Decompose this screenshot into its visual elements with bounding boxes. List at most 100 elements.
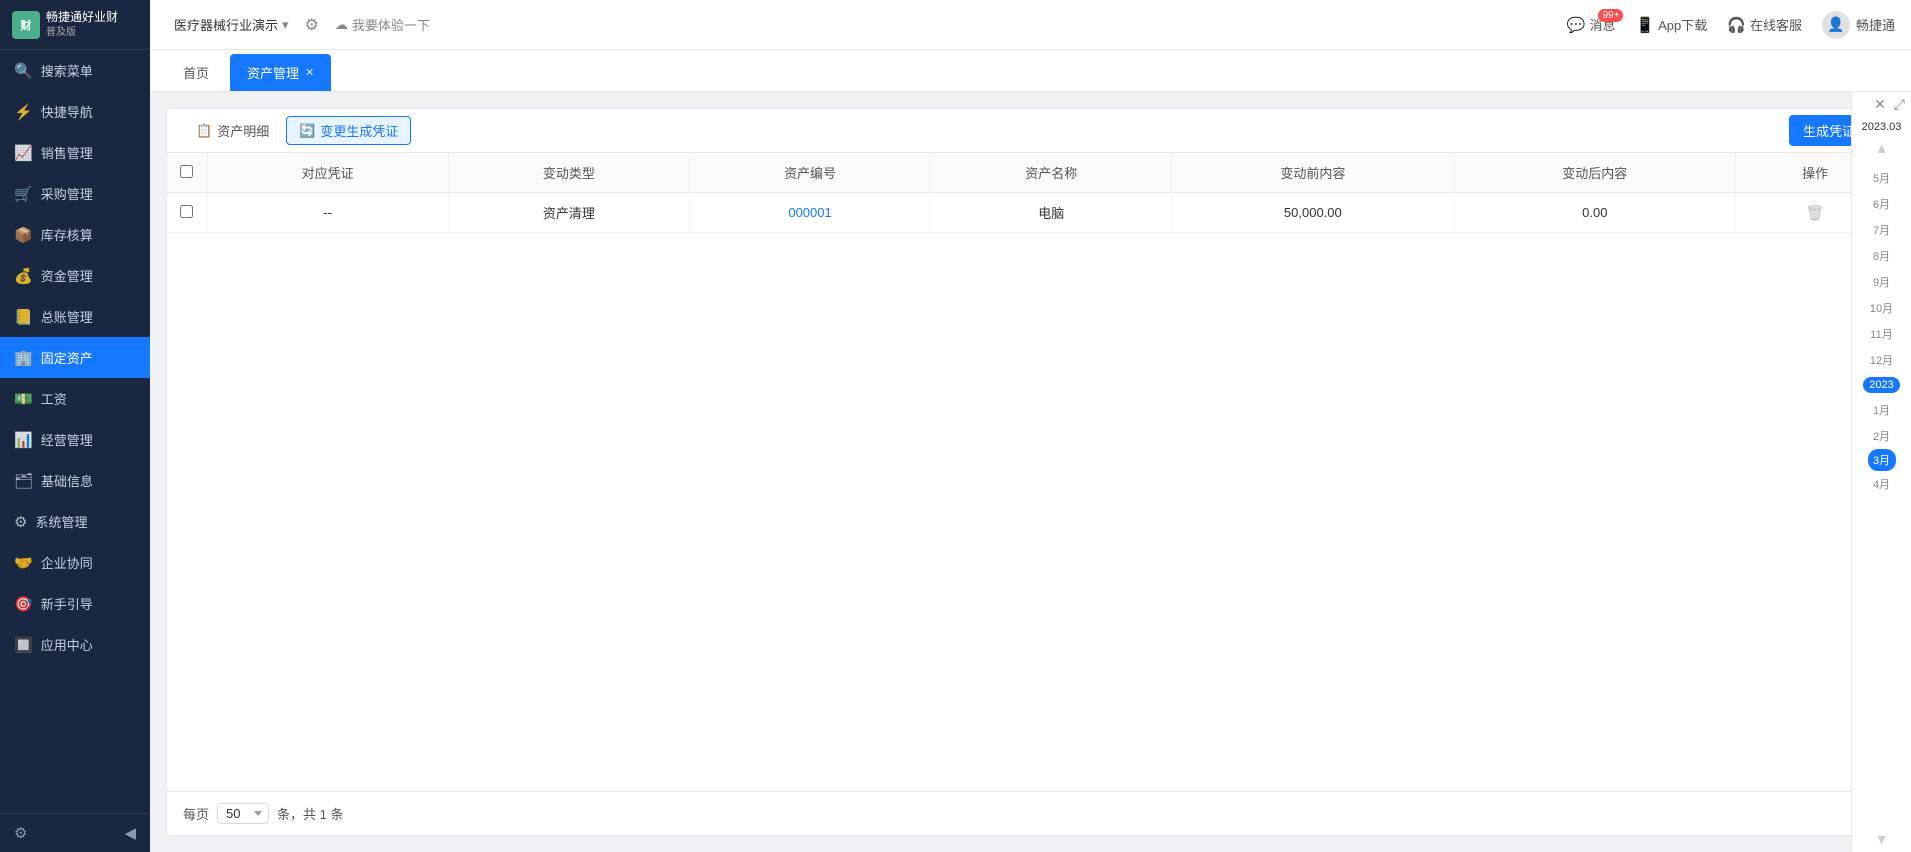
sidebar-item-search[interactable]: 🔍搜索菜单	[0, 50, 150, 91]
sidebar-label-app-center: 应用中心	[41, 635, 93, 654]
data-table: 对应凭证 变动类型 资产编号 资产名称 变动前内容 变动后内容 操作 -- 资产…	[167, 153, 1894, 233]
topbar-online-service[interactable]: 🎧 在线客服	[1727, 15, 1802, 34]
topbar-user[interactable]: 👤 畅捷通	[1822, 11, 1895, 39]
table-row: -- 资产清理 000001 电脑 50,000.00 0.00 🗑	[167, 193, 1894, 233]
tab-asset-mgmt[interactable]: 资产管理 ✕	[230, 54, 331, 91]
experience-label: 我要体验一下	[352, 15, 430, 34]
logo-icon: 财	[12, 11, 40, 39]
sidebar-label-inventory: 库存核算	[41, 225, 93, 244]
row-asset-name-0: 电脑	[931, 193, 1172, 233]
timeline-close-button[interactable]: ✕	[1874, 96, 1886, 113]
sidebar-collapse-icon[interactable]: ◀	[124, 824, 136, 842]
username-label: 畅捷通	[1856, 15, 1895, 34]
sidebar-label-operations: 经营管理	[41, 430, 93, 449]
sidebar-item-purchase[interactable]: 🛒采购管理	[0, 173, 150, 214]
sidebar-item-payroll[interactable]: 💵工资	[0, 378, 150, 419]
row-checkbox-0[interactable]	[180, 205, 193, 218]
topbar-right: 💬 消息 99+ 📱 App下载 🎧 在线客服 👤 畅捷通	[1567, 11, 1895, 39]
timeline-month-10月[interactable]: 10月	[1852, 295, 1911, 321]
timeline-year-marker[interactable]: 2023	[1863, 377, 1899, 393]
sidebar-label-basic-info: 基础信息	[41, 471, 93, 490]
message-icon: 💬	[1567, 16, 1586, 34]
avatar: 👤	[1822, 11, 1850, 39]
timeline-month-3月[interactable]: 3月	[1868, 449, 1896, 471]
timeline-panel: ✕ ⤢ 2023.03 ▲ 5月6月7月8月9月10月11月12月20231月2…	[1851, 92, 1911, 852]
timeline-up-button[interactable]: ▲	[1875, 141, 1889, 155]
quick-nav-icon: ⚡	[14, 103, 33, 121]
sidebar-item-guide[interactable]: 🎯新手引导	[0, 583, 150, 624]
row-before-change-0: 50,000.00	[1172, 193, 1454, 233]
tab-close-icon[interactable]: ✕	[305, 66, 314, 79]
page-size-label: 每页	[183, 804, 209, 823]
generate-voucher-label: 生成凭证	[1803, 121, 1855, 140]
sidebar-label-system: 系统管理	[35, 512, 87, 531]
timeline-month-6月[interactable]: 6月	[1852, 191, 1911, 217]
table-container: 对应凭证 变动类型 资产编号 资产名称 变动前内容 变动后内容 操作 -- 资产…	[167, 153, 1894, 791]
col-after-change: 变动后内容	[1454, 153, 1736, 193]
tab-home[interactable]: 首页	[166, 54, 226, 91]
timeline-month-11月[interactable]: 11月	[1852, 321, 1911, 347]
sub-tab-change-voucher[interactable]: 🔄 变更生成凭证	[286, 116, 411, 145]
sidebar-label-fixed-assets: 固定资产	[41, 348, 93, 367]
sidebar-item-basic-info[interactable]: 🗂基础信息	[0, 460, 150, 501]
timeline-month-7月[interactable]: 7月	[1852, 217, 1911, 243]
sub-tab-asset-detail[interactable]: 📋 资产明细	[183, 116, 282, 145]
sidebar-item-fixed-assets[interactable]: 🏢固定资产	[0, 337, 150, 378]
sidebar: 财 畅捷通好业财 普及版 🔍搜索菜单⚡快捷导航 📈 销售管理 🛒采购管理 📦 库存核算 💰资…	[0, 0, 150, 852]
timeline-month-4月[interactable]: 4月	[1852, 471, 1911, 497]
sales-icon: 📈	[14, 144, 33, 162]
tab-home-label: 首页	[183, 63, 209, 82]
sidebar-item-sales[interactable]: 📈 销售管理	[0, 132, 150, 173]
timeline-expand-button[interactable]: ⤢	[1894, 96, 1905, 113]
online-service-label: 在线客服	[1750, 15, 1802, 34]
funds-icon: 💰	[14, 267, 33, 285]
timeline-month-1月[interactable]: 1月	[1852, 397, 1911, 423]
topbar-settings-icon[interactable]: ⚙	[305, 15, 319, 35]
company-selector[interactable]: 医疗器械行业演示 ▾	[166, 11, 297, 38]
sidebar-item-operations[interactable]: 📊经营管理	[0, 419, 150, 460]
topbar: 医疗器械行业演示 ▾ ⚙ ☁ 我要体验一下 💬 消息 99+ 📱 App下载 🎧…	[150, 0, 1911, 50]
timeline-month-5月[interactable]: 5月	[1852, 165, 1911, 191]
timeline-month-9月[interactable]: 9月	[1852, 269, 1911, 295]
inventory-icon: 📦	[14, 226, 33, 244]
sidebar-item-funds[interactable]: 💰资金管理	[0, 255, 150, 296]
experience-button[interactable]: ☁ 我要体验一下	[335, 15, 430, 34]
col-before-change: 变动前内容	[1172, 153, 1454, 193]
cloud-icon: ☁	[335, 17, 348, 33]
sidebar-item-app-center[interactable]: 🔲应用中心	[0, 624, 150, 665]
app-download-label: App下载	[1658, 15, 1707, 34]
sidebar-scroll: 🔍搜索菜单⚡快捷导航 📈 销售管理 🛒采购管理 📦 库存核算 💰资金管理📒总账管理🏢固定资产…	[0, 50, 150, 813]
sidebar-settings-icon[interactable]: ⚙	[14, 824, 27, 842]
table-header-row: 对应凭证 变动类型 资产编号 资产名称 变动前内容 变动后内容 操作	[167, 153, 1894, 193]
topbar-messages[interactable]: 💬 消息 99+	[1567, 15, 1616, 34]
sidebar-item-inventory[interactable]: 📦 库存核算	[0, 214, 150, 255]
sidebar-item-system[interactable]: ⚙系统管理	[0, 501, 150, 542]
tabbar: 首页 资产管理 ✕	[150, 50, 1911, 92]
timeline-top-row: ✕ ⤢	[1852, 92, 1911, 117]
timeline-month-2月[interactable]: 2月	[1852, 423, 1911, 449]
company-dropdown-arrow: ▾	[282, 17, 289, 33]
change-voucher-icon: 🔄	[299, 123, 315, 139]
page-size-select[interactable]: 10 20 50 100	[217, 803, 269, 824]
sidebar-label-purchase: 采购管理	[41, 184, 93, 203]
sidebar-logo: 财 畅捷通好业财 普及版	[0, 0, 150, 50]
sidebar-label-cooperation: 企业协同	[41, 553, 93, 572]
timeline-down-button[interactable]: ▼	[1875, 832, 1889, 846]
topbar-app-download[interactable]: 📱 App下载	[1635, 15, 1707, 34]
row-after-change-0: 0.00	[1454, 193, 1736, 233]
company-name: 医疗器械行业演示	[174, 15, 278, 34]
select-all-checkbox[interactable]	[180, 165, 193, 178]
sub-tab-asset-detail-label: 资产明细	[217, 121, 269, 140]
sidebar-item-quick-nav[interactable]: ⚡快捷导航	[0, 91, 150, 132]
col-voucher: 对应凭证	[207, 153, 448, 193]
content-area: 📋 资产明细 🔄 变更生成凭证 生成凭证 ▾	[150, 92, 1911, 852]
sidebar-label-sales: 销售管理	[41, 143, 93, 162]
sidebar-item-cooperation[interactable]: 🤝企业协同	[0, 542, 150, 583]
sub-tab-change-voucher-label: 变更生成凭证	[320, 121, 398, 140]
timeline-month-8月[interactable]: 8月	[1852, 243, 1911, 269]
sidebar-label-search: 搜索菜单	[41, 61, 93, 80]
timeline-month-12月[interactable]: 12月	[1852, 347, 1911, 373]
app-download-icon: 📱	[1635, 16, 1654, 34]
row-delete-icon-0[interactable]: 🗑	[1806, 205, 1825, 222]
sidebar-item-ledger[interactable]: 📒总账管理	[0, 296, 150, 337]
